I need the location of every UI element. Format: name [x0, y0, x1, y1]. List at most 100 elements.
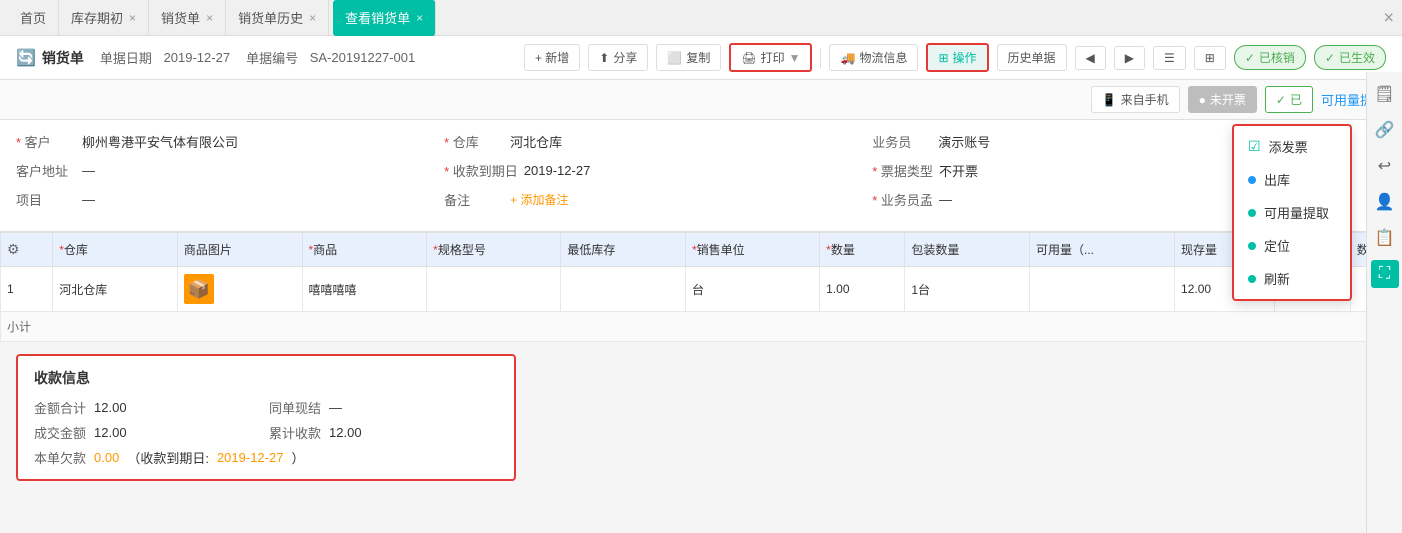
settings-icon: ⚙: [7, 241, 20, 257]
prev-button[interactable]: ◀: [1075, 46, 1106, 70]
sidebar-note-icon[interactable]: 🗒: [1371, 80, 1399, 108]
share-icon: ⬆: [599, 51, 609, 65]
payment-grid: 金额合计 12.00 同单现结 — 成交金额 12.00 累计收款 12.00 …: [34, 398, 498, 467]
tab-bar: 首页 库存期初 × 销货单 × 销货单历史 × 查看销货单 × ×: [0, 0, 1402, 36]
tab-view-sales[interactable]: 查看销货单 ×: [333, 0, 436, 36]
sidebar-link-icon[interactable]: 🔗: [1371, 116, 1399, 144]
customer-label: 客户: [16, 132, 76, 151]
new-button[interactable]: + 新增: [524, 44, 580, 71]
print-dropdown-icon: ▼: [789, 51, 801, 65]
col-product: *商品: [302, 233, 427, 267]
tab-view-sales-close[interactable]: ×: [416, 11, 423, 25]
tab-inventory-close[interactable]: ×: [129, 11, 136, 25]
same-order-value: —: [329, 400, 342, 415]
tab-history[interactable]: 销货单历史 ×: [226, 0, 329, 36]
check-icon-2: ✓: [1325, 51, 1335, 65]
history-button[interactable]: 历史单据: [997, 44, 1067, 71]
sidebar-expand-icon[interactable]: ⛶: [1371, 260, 1399, 288]
copy-icon: ⬜: [667, 51, 682, 65]
address-field: 客户地址 —: [16, 161, 444, 180]
dropdown-add-invoice[interactable]: ☑ 添发票: [1234, 130, 1350, 163]
status-effective-badge: ✓ 已生效: [1314, 45, 1386, 70]
not-open-button[interactable]: ● 未开票: [1188, 86, 1257, 113]
print-button[interactable]: 🖨 打印 ▼: [729, 43, 812, 72]
operation-dropdown: ☑ 添发票 出库 可用量提取 定位 刷新: [1232, 124, 1352, 301]
main-content: 🔄 销货单 单据日期 2019-12-27 单据编号 SA-20191227-0…: [0, 36, 1402, 533]
window-close-button[interactable]: ×: [1383, 7, 1394, 28]
tab-sales-close[interactable]: ×: [206, 11, 213, 25]
product-img-icon: 📦: [188, 279, 210, 300]
project-label: 项目: [16, 190, 76, 209]
sidebar-return-icon[interactable]: ↩: [1371, 152, 1399, 180]
staff-value: 演示账号: [938, 132, 990, 151]
form-row-1: 客户 柳州粤港平安气体有限公司 仓库 河北仓库 业务员 演示账号: [16, 132, 1386, 151]
deal-amount-row: 成交金额 12.00: [34, 423, 263, 442]
dropdown-quantity-pickup[interactable]: 可用量提取: [1234, 196, 1350, 229]
row-no: 1: [1, 267, 53, 312]
staff-label: 业务员: [872, 132, 932, 151]
owed-value: 0.00: [94, 450, 119, 465]
col-warehouse: *仓库: [53, 233, 178, 267]
dropdown-locate[interactable]: 定位: [1234, 229, 1350, 262]
row-available: [1029, 267, 1174, 312]
tab-inventory[interactable]: 库存期初 ×: [59, 0, 149, 36]
owed-label: 本单欠款: [34, 448, 86, 467]
mobile-icon: 📱: [1102, 93, 1117, 107]
tab-sales[interactable]: 销货单 ×: [149, 0, 226, 36]
table-scroll[interactable]: ⚙ *仓库 商品图片 *商品 *规格型号 最低库存 *销售单位 *数量 包装数量…: [0, 232, 1402, 342]
cumulative-row: 累计收款 12.00: [269, 423, 498, 442]
doc-title-text: 销货单: [42, 48, 84, 68]
row-spec: [427, 267, 561, 312]
row-img: 📦: [177, 267, 302, 312]
dot-teal-icon-3: [1248, 275, 1256, 283]
row-pkg: 1台: [905, 267, 1030, 312]
col-spec: *规格型号: [427, 233, 561, 267]
dot-teal-icon-2: [1248, 242, 1256, 250]
cumulative-value: 12.00: [329, 425, 362, 440]
sidebar-doc-icon[interactable]: 📋: [1371, 224, 1399, 252]
form-row-3: 项目 — 备注 添加备注 业务员孟 —: [16, 190, 1386, 209]
dropdown-outbound[interactable]: 出库: [1234, 163, 1350, 196]
customer-field: 客户 柳州粤港平安气体有限公司: [16, 132, 444, 151]
sidebar-user-icon[interactable]: 👤: [1371, 188, 1399, 216]
doc-meta: 单据日期 2019-12-27 单据编号 SA-20191227-001: [100, 48, 415, 67]
payment-due-value: 2019-12-27: [524, 163, 591, 178]
invoice-label: 票据类型: [872, 161, 933, 180]
dropdown-refresh[interactable]: 刷新: [1234, 262, 1350, 295]
row-warehouse: 河北仓库: [53, 267, 178, 312]
subtotal-row: 小计: [1, 312, 1402, 342]
project-value: —: [82, 192, 95, 207]
dot-teal-icon-1: [1248, 209, 1256, 217]
next-button[interactable]: ▶: [1114, 46, 1145, 70]
tab-history-close[interactable]: ×: [309, 11, 316, 25]
amount-total-row: 金额合计 12.00: [34, 398, 263, 417]
doc-icon: 🔄: [16, 48, 36, 68]
grid-view-button[interactable]: ⊞: [1194, 46, 1226, 70]
share-button[interactable]: ⬆ 分享: [588, 44, 648, 71]
col-settings[interactable]: ⚙: [1, 233, 53, 267]
copy-button[interactable]: ⬜ 复制: [656, 44, 721, 71]
tab-home[interactable]: 首页: [8, 0, 59, 36]
add-note-button[interactable]: 添加备注: [510, 191, 568, 208]
owed-note: （收款到期日:: [127, 448, 209, 467]
row-qty: 1.00: [820, 267, 905, 312]
address-label: 客户地址: [16, 161, 76, 180]
doc-no-value: SA-20191227-001: [310, 50, 416, 65]
operation-button[interactable]: ⊞ 操作: [926, 43, 988, 72]
cumulative-label: 累计收款: [269, 423, 321, 442]
col-img: 商品图片: [177, 233, 302, 267]
warehouse-label: 仓库: [444, 132, 504, 151]
from-mobile-button[interactable]: 📱 来自手机: [1091, 86, 1180, 113]
project-field: 项目 —: [16, 190, 444, 209]
doc-date-label: 单据日期 2019-12-27: [100, 48, 230, 67]
logistics-button[interactable]: 🚚 物流信息: [829, 44, 918, 71]
col-min-stock: 最低库存: [561, 233, 686, 267]
payment-info: 收款信息 金额合计 12.00 同单现结 — 成交金额 12.00 累计收款 1…: [16, 354, 516, 481]
payment-due-label: 收款到期日: [444, 161, 518, 180]
note-label: 备注: [444, 190, 504, 209]
list-view-button[interactable]: ☰: [1153, 46, 1186, 70]
not-open-icon: ●: [1199, 93, 1206, 107]
print-icon: 🖨: [741, 51, 756, 65]
check-button[interactable]: ✓ 已: [1265, 86, 1313, 113]
action-bar: 📱 来自手机 ● 未开票 ✓ 已 可用量提取: [0, 80, 1402, 120]
